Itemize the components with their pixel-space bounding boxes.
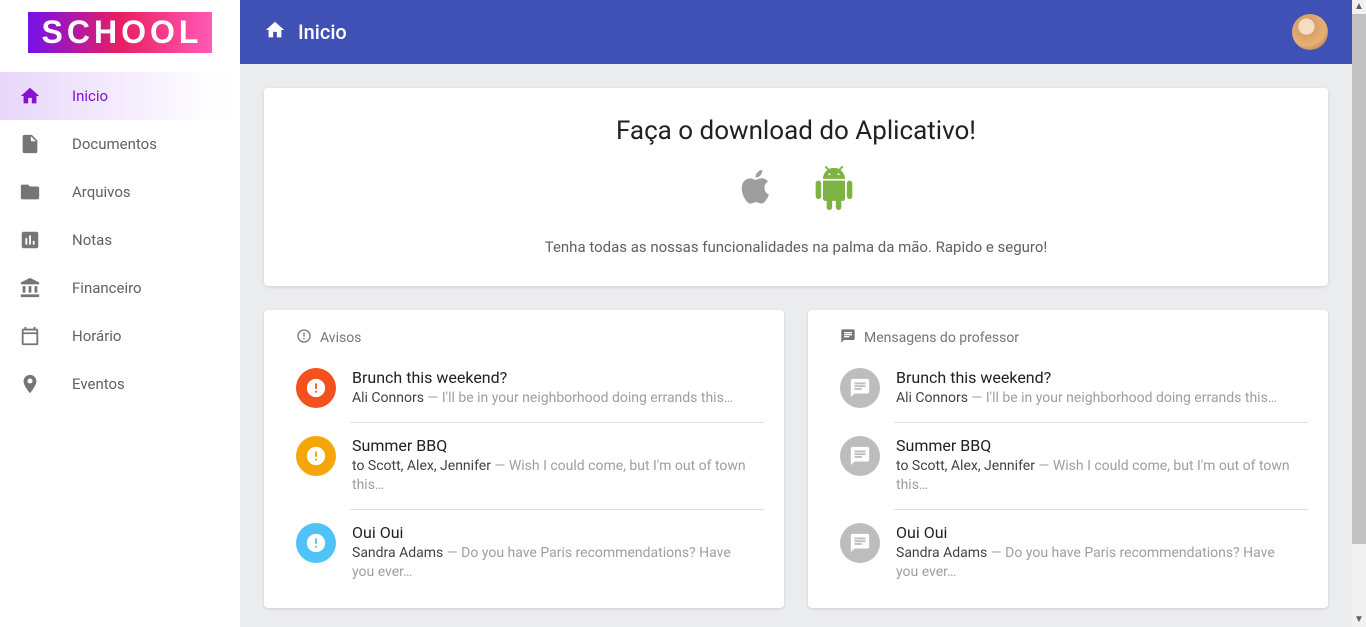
bar-icon bbox=[18, 228, 42, 252]
chat-icon bbox=[840, 436, 880, 476]
alert-icon bbox=[296, 368, 336, 408]
android-icon[interactable] bbox=[812, 164, 856, 216]
sidebar-item-eventos[interactable]: Eventos bbox=[0, 360, 240, 408]
list-item[interactable]: Summer BBQ to Scott, Alex, Jennifer — Wis… bbox=[808, 422, 1328, 509]
brand-logo[interactable]: SCHOOL bbox=[0, 0, 240, 64]
item-subtitle: Ali Connors — I'll be in your neighborho… bbox=[896, 389, 1277, 408]
sidebar-item-inicio[interactable]: Inicio bbox=[0, 72, 240, 120]
mensagens-panel: Mensagens do professor Brunch this weeke… bbox=[808, 310, 1328, 608]
alert-icon bbox=[296, 523, 336, 563]
sidebar-item-label: Documentos bbox=[72, 135, 157, 153]
home-icon bbox=[264, 19, 298, 45]
list-item[interactable]: Oui Oui Sandra Adams — Do you have Paris … bbox=[808, 509, 1328, 596]
item-title: Summer BBQ bbox=[352, 436, 752, 455]
app-header: Inicio bbox=[240, 0, 1352, 64]
item-title: Oui Oui bbox=[896, 523, 1296, 542]
chat-icon bbox=[840, 368, 880, 408]
sidebar-item-label: Financeiro bbox=[72, 279, 142, 297]
sidebar-item-horario[interactable]: Horário bbox=[0, 312, 240, 360]
item-subtitle: Ali Connors — I'll be in your neighborho… bbox=[352, 389, 733, 408]
sidebar-item-label: Arquivos bbox=[72, 183, 131, 201]
list-item[interactable]: Oui Oui Sandra Adams — Do you have Paris … bbox=[264, 509, 784, 596]
item-title: Brunch this weekend? bbox=[352, 368, 733, 387]
calendar-icon bbox=[18, 324, 42, 348]
user-avatar[interactable] bbox=[1292, 14, 1328, 50]
alert-icon bbox=[296, 328, 320, 348]
sidebar-item-notas[interactable]: Notas bbox=[0, 216, 240, 264]
download-subtitle: Tenha todas as nossas funcionalidades na… bbox=[284, 238, 1308, 256]
apple-icon[interactable] bbox=[736, 164, 776, 216]
message-icon bbox=[840, 328, 864, 348]
mensagens-title: Mensagens do professor bbox=[864, 330, 1019, 346]
page-title: Inicio bbox=[298, 20, 347, 44]
sidebar: Inicio Documentos Arquivos Notas Financeiro H… bbox=[0, 64, 240, 627]
sidebar-item-financeiro[interactable]: Financeiro bbox=[0, 264, 240, 312]
download-card: Faça o download do Aplicativo! Tenha tod… bbox=[264, 88, 1328, 286]
item-title: Brunch this weekend? bbox=[896, 368, 1277, 387]
avisos-panel: Avisos Brunch this weekend? Ali Connors —… bbox=[264, 310, 784, 608]
scrollbar[interactable]: ▲ ▼ bbox=[1352, 0, 1366, 627]
list-item[interactable]: Brunch this weekend? Ali Connors — I'll b… bbox=[808, 354, 1328, 422]
item-subtitle: to Scott, Alex, Jennifer — Wish I could … bbox=[352, 457, 752, 495]
list-item[interactable]: Summer BBQ to Scott, Alex, Jennifer — Wis… bbox=[264, 422, 784, 509]
item-subtitle: Sandra Adams — Do you have Paris recomme… bbox=[896, 544, 1296, 582]
folder-icon bbox=[18, 180, 42, 204]
item-title: Summer BBQ bbox=[896, 436, 1296, 455]
bank-icon bbox=[18, 276, 42, 300]
item-subtitle: Sandra Adams — Do you have Paris recomme… bbox=[352, 544, 752, 582]
chat-icon bbox=[840, 523, 880, 563]
sidebar-item-label: Inicio bbox=[72, 87, 108, 105]
download-title: Faça o download do Aplicativo! bbox=[284, 116, 1308, 146]
avisos-title: Avisos bbox=[320, 330, 361, 346]
doc-icon bbox=[18, 132, 42, 156]
sidebar-item-arquivos[interactable]: Arquivos bbox=[0, 168, 240, 216]
item-subtitle: to Scott, Alex, Jennifer — Wish I could … bbox=[896, 457, 1296, 495]
item-title: Oui Oui bbox=[352, 523, 752, 542]
sidebar-item-documentos[interactable]: Documentos bbox=[0, 120, 240, 168]
home-icon bbox=[18, 84, 42, 108]
pin-icon bbox=[18, 372, 42, 396]
sidebar-item-label: Eventos bbox=[72, 375, 125, 393]
list-item[interactable]: Brunch this weekend? Ali Connors — I'll b… bbox=[264, 354, 784, 422]
sidebar-item-label: Notas bbox=[72, 231, 112, 249]
sidebar-item-label: Horário bbox=[72, 327, 122, 345]
alert-icon bbox=[296, 436, 336, 476]
